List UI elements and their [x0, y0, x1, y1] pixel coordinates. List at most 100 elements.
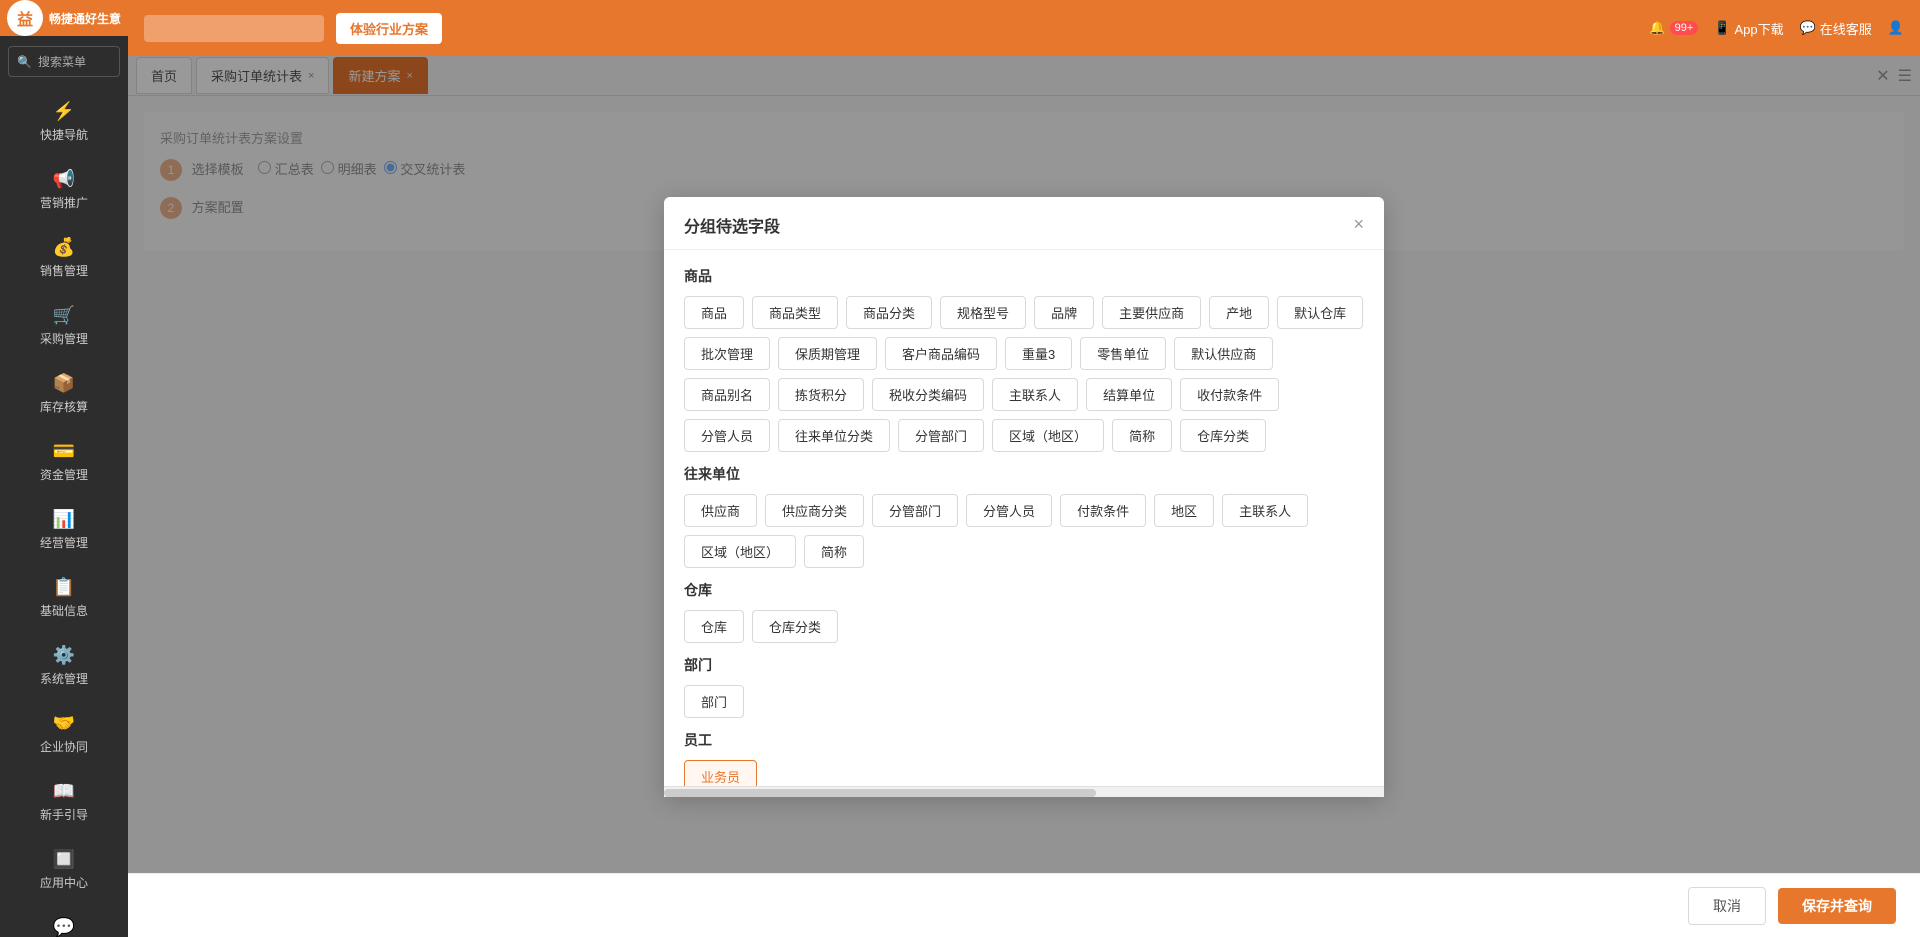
field-tag-4-0[interactable]: 业务员: [684, 760, 757, 787]
field-tag-0-25[interactable]: 仓库分类: [1180, 419, 1266, 452]
sidebar-item-1[interactable]: ⚡快捷导航: [4, 89, 124, 155]
field-tag-1-3[interactable]: 分管人员: [966, 494, 1052, 527]
sidebar-label-9: 系统管理: [40, 670, 88, 687]
sidebar-label-10: 企业协同: [40, 738, 88, 755]
field-tag-0-16[interactable]: 税收分类编码: [872, 378, 984, 411]
field-tag-0-18[interactable]: 结算单位: [1086, 378, 1172, 411]
sidebar-icon-2: 📢: [53, 169, 75, 190]
field-tag-0-10[interactable]: 客户商品编码: [885, 337, 997, 370]
modal-body[interactable]: 商品商品商品类型商品分类规格型号品牌主要供应商产地默认仓库批次管理保质期管理客户…: [664, 250, 1384, 787]
experience-btn[interactable]: 体验行业方案: [336, 13, 442, 44]
sidebar-item-10[interactable]: 🤝企业协同: [4, 701, 124, 767]
field-tag-0-4[interactable]: 品牌: [1034, 296, 1094, 329]
field-tag-0-3[interactable]: 规格型号: [940, 296, 1026, 329]
field-tag-0-13[interactable]: 默认供应商: [1174, 337, 1273, 370]
sidebar-item-9[interactable]: ⚙️系统管理: [4, 633, 124, 699]
section-title-3: 部门: [684, 655, 1364, 675]
sidebar-label-8: 基础信息: [40, 602, 88, 619]
sidebar-search-button[interactable]: 🔍 搜索菜单: [8, 46, 120, 77]
cancel-button[interactable]: 取消: [1688, 887, 1766, 925]
sidebar-icon-8: 📋: [53, 577, 75, 598]
sidebar: 益 畅捷通好生意 🔍 搜索菜单 ⚡快捷导航📢营销推广💰销售管理🛒采购管理 📦 库存核…: [0, 0, 128, 937]
sidebar-item-11[interactable]: 📖 新手引导: [4, 769, 124, 835]
sidebar-item-13[interactable]: 💬企业微信: [4, 905, 124, 937]
app-logo: 益 畅捷通好生意: [0, 0, 128, 36]
sidebar-item-7[interactable]: 📊经营管理: [4, 497, 124, 563]
topbar-search-input[interactable]: [144, 15, 324, 42]
section-fields-2: 仓库仓库分类: [684, 610, 1364, 643]
modal-header: 分组待选字段 ×: [664, 197, 1384, 250]
field-tag-0-8[interactable]: 批次管理: [684, 337, 770, 370]
field-tag-0-20[interactable]: 分管人员: [684, 419, 770, 452]
field-tag-0-22[interactable]: 分管部门: [898, 419, 984, 452]
sidebar-label-5: 库存核算: [40, 398, 88, 415]
field-tag-0-11[interactable]: 重量3: [1005, 337, 1072, 370]
avatar-icon: 👤: [1888, 20, 1904, 36]
sidebar-icon-11: 📖: [53, 781, 75, 802]
sidebar-search-container: 🔍 搜索菜单: [0, 36, 128, 87]
modal-scrollbar-thumb: [664, 789, 1096, 797]
field-tag-0-1[interactable]: 商品类型: [752, 296, 838, 329]
sidebar-item-4[interactable]: 🛒采购管理: [4, 293, 124, 359]
bell-icon: 🔔: [1649, 20, 1665, 36]
field-tag-1-4[interactable]: 付款条件: [1060, 494, 1146, 527]
field-tag-0-2[interactable]: 商品分类: [846, 296, 932, 329]
field-tag-1-0[interactable]: 供应商: [684, 494, 757, 527]
field-tag-1-1[interactable]: 供应商分类: [765, 494, 864, 527]
field-tag-0-17[interactable]: 主联系人: [992, 378, 1078, 411]
field-tag-2-1[interactable]: 仓库分类: [752, 610, 838, 643]
field-tag-0-0[interactable]: 商品: [684, 296, 744, 329]
field-tag-0-7[interactable]: 默认仓库: [1277, 296, 1363, 329]
sidebar-item-8[interactable]: 📋 基础信息: [4, 565, 124, 631]
notification-badge: 99+: [1670, 21, 1699, 35]
field-tag-0-15[interactable]: 拣货积分: [778, 378, 864, 411]
sidebar-label-6: 资金管理: [40, 466, 88, 483]
sidebar-icon-5: 📦: [53, 373, 75, 394]
field-tag-0-5[interactable]: 主要供应商: [1102, 296, 1201, 329]
sidebar-icon-3: 💰: [53, 237, 75, 258]
field-tag-0-23[interactable]: 区域（地区）: [992, 419, 1104, 452]
sidebar-label-1: 快捷导航: [40, 126, 88, 143]
section-fields-1: 供应商供应商分类分管部门分管人员付款条件地区主联系人区域（地区）简称: [684, 494, 1364, 568]
modal-horizontal-scrollbar[interactable]: [664, 786, 1384, 796]
app-download-item[interactable]: 📱 App下载: [1714, 19, 1783, 38]
field-tag-1-8[interactable]: 简称: [804, 535, 864, 568]
sidebar-item-2[interactable]: 📢营销推广: [4, 157, 124, 223]
field-tag-0-24[interactable]: 简称: [1112, 419, 1172, 452]
topbar-right: 🔔 99+ 📱 App下载 💬 在线客服 👤: [1649, 19, 1904, 38]
field-tag-0-12[interactable]: 零售单位: [1080, 337, 1166, 370]
modal-overlay: 分组待选字段 × 商品商品商品类型商品分类规格型号品牌主要供应商产地默认仓库批次…: [128, 56, 1920, 937]
logo-icon: 益: [7, 0, 43, 36]
modal-close-button[interactable]: ×: [1353, 214, 1364, 235]
field-tag-0-14[interactable]: 商品别名: [684, 378, 770, 411]
save-button[interactable]: 保存并查询: [1778, 888, 1896, 924]
modal-title: 分组待选字段: [684, 213, 780, 237]
user-avatar[interactable]: 👤: [1888, 20, 1904, 36]
field-tag-1-2[interactable]: 分管部门: [872, 494, 958, 527]
notification-item[interactable]: 🔔 99+: [1649, 20, 1698, 36]
field-tag-0-9[interactable]: 保质期管理: [778, 337, 877, 370]
section-title-4: 员工: [684, 730, 1364, 750]
search-icon: 🔍: [17, 55, 32, 69]
sidebar-icon-13: 💬: [53, 917, 75, 937]
sidebar-label-11: 新手引导: [40, 806, 88, 823]
sidebar-icon-4: 🛒: [53, 305, 75, 326]
section-title-1: 往来单位: [684, 464, 1364, 484]
field-tag-2-0[interactable]: 仓库: [684, 610, 744, 643]
sidebar-item-6[interactable]: 💳资金管理: [4, 429, 124, 495]
field-tag-1-7[interactable]: 区域（地区）: [684, 535, 796, 568]
field-tag-1-5[interactable]: 地区: [1154, 494, 1214, 527]
field-tag-3-0[interactable]: 部门: [684, 685, 744, 718]
sidebar-item-3[interactable]: 💰销售管理: [4, 225, 124, 291]
field-tag-1-6[interactable]: 主联系人: [1222, 494, 1308, 527]
sidebar-nav: ⚡快捷导航📢营销推广💰销售管理🛒采购管理 📦 库存核算 💳资金管理📊经营管理 📋 基础信息…: [0, 87, 128, 937]
section-title-0: 商品: [684, 266, 1364, 286]
section-fields-3: 部门: [684, 685, 1364, 718]
sidebar-item-12[interactable]: 🔲应用中心: [4, 837, 124, 903]
topbar: 体验行业方案 🔔 99+ 📱 App下载 💬 在线客服 👤: [128, 0, 1920, 56]
online-service-item[interactable]: 💬 在线客服: [1800, 19, 1872, 38]
sidebar-item-5[interactable]: 📦 库存核算: [4, 361, 124, 427]
field-tag-0-19[interactable]: 收付款条件: [1180, 378, 1279, 411]
field-tag-0-6[interactable]: 产地: [1209, 296, 1269, 329]
field-tag-0-21[interactable]: 往来单位分类: [778, 419, 890, 452]
